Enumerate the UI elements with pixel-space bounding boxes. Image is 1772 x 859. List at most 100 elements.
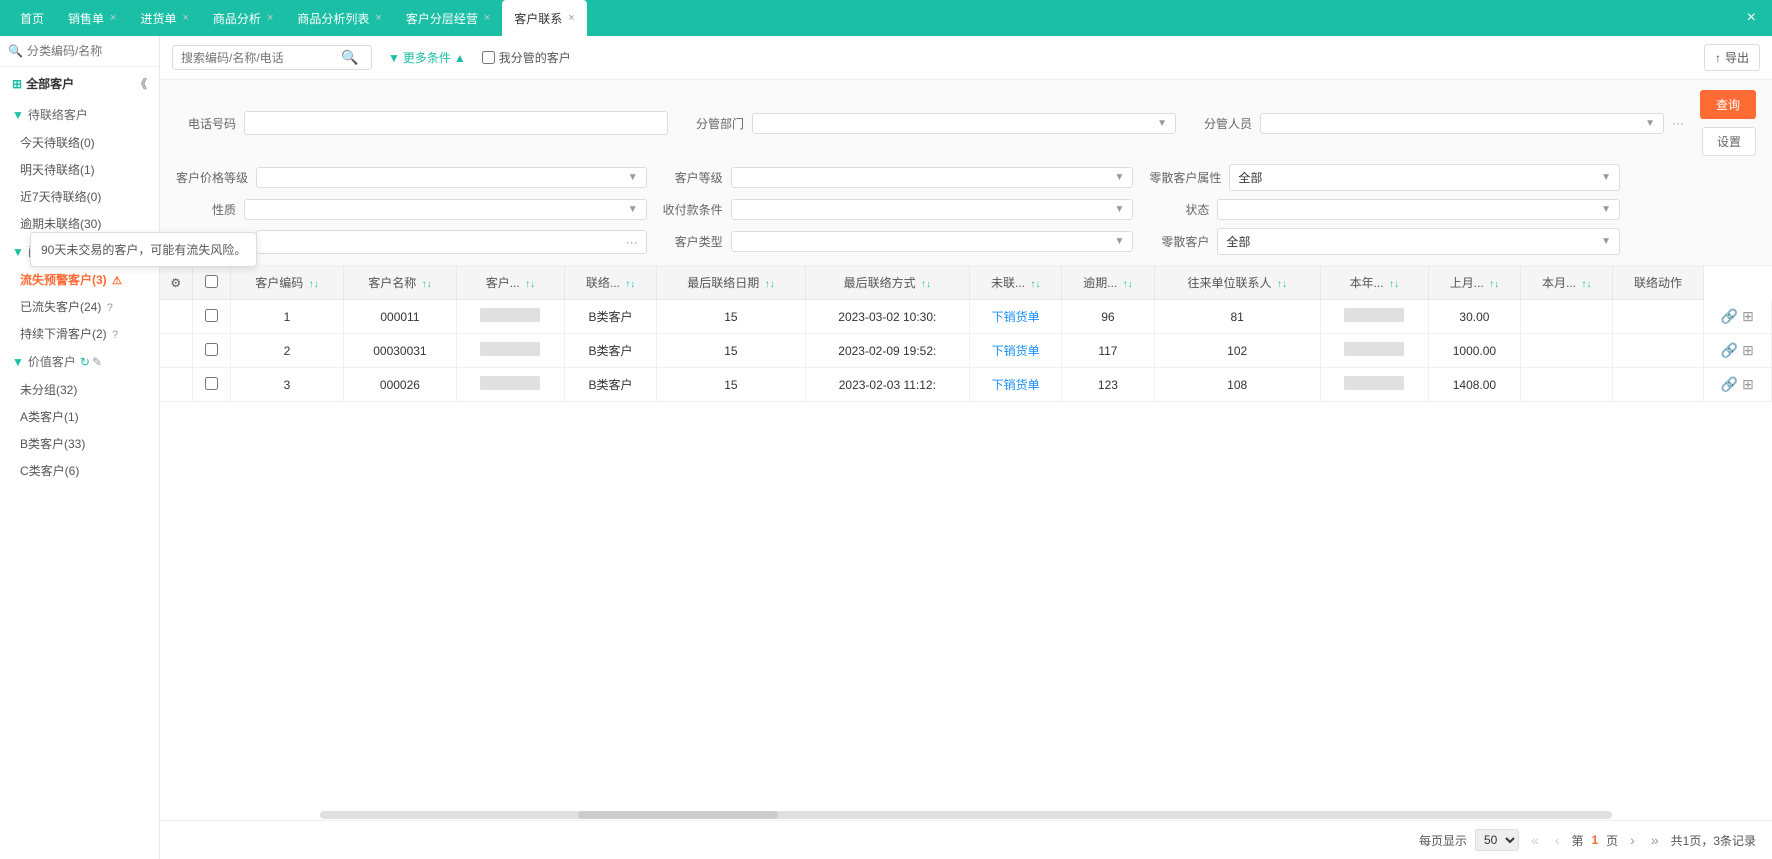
scrollbar-thumb[interactable] (578, 811, 778, 819)
col-contact[interactable]: 联络... ↑↓ (564, 266, 656, 300)
more-filter-btn[interactable]: ▼ 更多条件 ▲ (380, 45, 474, 70)
col-code[interactable]: 客户编码 ↑↓ (230, 266, 343, 300)
settings-btn[interactable]: 设置 (1702, 127, 1756, 156)
row-action-2[interactable]: 🔗 ⊞ (1703, 368, 1771, 402)
row-last-method-1[interactable]: 下销货单 (970, 334, 1062, 368)
nav-product-analysis-list-close[interactable]: × (375, 12, 381, 24)
row-checkbox-2[interactable] (192, 368, 230, 402)
sort-arrow-date: ↑↓ (765, 279, 775, 290)
edit-icon[interactable]: ✎ (92, 355, 102, 369)
filter-dept-select[interactable]: ▼ (752, 113, 1176, 134)
col-type[interactable]: 客户... ↑↓ (456, 266, 564, 300)
filter-region-more[interactable]: ··· (626, 235, 638, 249)
col-contact-person[interactable]: 往来单位联系人 ↑↓ (1154, 266, 1320, 300)
search-btn[interactable]: 🔍 (341, 49, 358, 66)
col-no-contact[interactable]: 未联... ↑↓ (970, 266, 1062, 300)
filter-retail-customer-select[interactable]: 全部 ▼ (1217, 228, 1620, 255)
nav-customer-layer[interactable]: 客户分层经营 × (394, 0, 502, 36)
filter-price-grade-select[interactable]: ▼ (256, 167, 647, 188)
filter-phone-input[interactable] (244, 111, 668, 135)
row-check-1[interactable] (205, 343, 218, 356)
page-size-select[interactable]: 50 (1475, 829, 1519, 851)
col-last-month[interactable]: 上月... ↑↓ (1428, 266, 1520, 300)
sidebar-item-declining[interactable]: 持续下滑客户(2) ? (0, 320, 159, 347)
filter-person-select[interactable]: ▼ (1260, 113, 1664, 134)
sidebar-item-class-c[interactable]: C类客户(6) (0, 457, 159, 484)
horizontal-scrollbar[interactable] (160, 810, 1772, 820)
col-name[interactable]: 客户名称 ↑↓ (343, 266, 456, 300)
filter-retail-attr-select[interactable]: 全部 ▼ (1229, 164, 1620, 191)
action-link-icon-1[interactable]: 🔗 (1721, 342, 1738, 359)
window-close-btn[interactable]: × (1739, 9, 1764, 27)
filter-status-select[interactable]: ▼ (1217, 199, 1620, 220)
row-last-method-2[interactable]: 下销货单 (970, 368, 1062, 402)
page-size-label: 每页显示 (1419, 832, 1467, 849)
warning-icon: ⚠ (112, 275, 122, 287)
sidebar-item-churn-warning[interactable]: 流失预警客户(3) ⚠ (0, 266, 159, 293)
row-check-0[interactable] (205, 309, 218, 322)
row-checkbox-1[interactable] (192, 334, 230, 368)
sidebar-group-pending-contact[interactable]: ▼ 待联络客户 (0, 100, 159, 129)
col-this-year[interactable]: 本年... ↑↓ (1320, 266, 1428, 300)
first-page-btn[interactable]: « (1527, 830, 1543, 850)
row-checkbox-0[interactable] (192, 300, 230, 334)
nav-customer-contact[interactable]: 客户联系 × (502, 0, 586, 36)
col-last-date[interactable]: 最后联络日期 ↑↓ (657, 266, 805, 300)
prev-page-btn[interactable]: ‹ (1551, 830, 1564, 850)
nav-home[interactable]: 首页 (8, 0, 56, 36)
col-settings[interactable]: ⚙ (160, 266, 192, 300)
my-customers-checkbox[interactable] (482, 51, 495, 64)
sidebar-all-customers[interactable]: ⊞ 全部客户 (12, 75, 74, 92)
last-page-btn[interactable]: » (1647, 830, 1663, 850)
sidebar-item-class-a[interactable]: A类客户(1) (0, 403, 159, 430)
filter-customer-grade-select[interactable]: ▼ (731, 167, 1134, 188)
sidebar-item-ungrouped[interactable]: 未分组(32) (0, 376, 159, 403)
filter-region-select[interactable]: ··· (256, 230, 647, 254)
row-action-0[interactable]: 🔗 ⊞ (1703, 300, 1771, 334)
action-grid-icon-0[interactable]: ⊞ (1742, 308, 1754, 325)
export-btn[interactable]: ↑ 导出 (1704, 44, 1760, 71)
filter-customer-type-select[interactable]: ▼ (731, 231, 1134, 252)
sidebar-search-input[interactable] (27, 44, 151, 58)
nav-product-analysis[interactable]: 商品分析 × (201, 0, 285, 36)
nav-sales-close[interactable]: × (110, 12, 116, 24)
sidebar-collapse-btn[interactable]: 《 (135, 75, 147, 92)
nav-sales[interactable]: 销售单 × (56, 0, 128, 36)
nav-customer-contact-close[interactable]: × (568, 12, 574, 24)
action-grid-icon-2[interactable]: ⊞ (1742, 376, 1754, 393)
filter-more-btn-1[interactable]: ··· (1672, 116, 1684, 130)
nav-product-analysis-list[interactable]: 商品分析列表 × (285, 0, 393, 36)
next-page-btn[interactable]: › (1626, 830, 1639, 850)
row-code-1: 00030031 (343, 334, 456, 368)
sidebar-group-value-customer[interactable]: ▼ 价值客户 ↻ ✎ (0, 347, 159, 376)
nav-purchase[interactable]: 进货单 × (128, 0, 200, 36)
select-all-checkbox[interactable] (205, 275, 218, 288)
nav-home-label: 首页 (20, 10, 44, 27)
col-this-month[interactable]: 本月... ↑↓ (1521, 266, 1613, 300)
nav-customer-layer-close[interactable]: × (484, 12, 490, 24)
action-grid-icon-1[interactable]: ⊞ (1742, 342, 1754, 359)
nav-product-analysis-close[interactable]: × (267, 12, 273, 24)
sidebar-item-7days-contact[interactable]: 近7天待联络(0) (0, 183, 159, 210)
sidebar-item-tomorrow-contact[interactable]: 明天待联络(1) (0, 156, 159, 183)
filter-nature-select[interactable]: ▼ (244, 199, 647, 220)
row-action-1[interactable]: 🔗 ⊞ (1703, 334, 1771, 368)
my-customers-filter[interactable]: 我分管的客户 (482, 49, 571, 66)
refresh-icon[interactable]: ↻ (80, 355, 90, 369)
action-link-icon-0[interactable]: 🔗 (1721, 308, 1738, 325)
query-btn[interactable]: 查询 (1700, 90, 1756, 119)
row-check-2[interactable] (205, 377, 218, 390)
sidebar-item-class-b[interactable]: B类客户(33) (0, 430, 159, 457)
col-last-method[interactable]: 最后联络方式 ↑↓ (805, 266, 969, 300)
sort-arrow-cp: ↑↓ (1277, 279, 1287, 290)
nav-purchase-close[interactable]: × (182, 12, 188, 24)
sidebar-item-today-contact[interactable]: 今天待联络(0) (0, 129, 159, 156)
row-last-date-1: 2023-02-09 19:52: (805, 334, 969, 368)
row-last-method-0[interactable]: 下销货单 (970, 300, 1062, 334)
action-link-icon-2[interactable]: 🔗 (1721, 376, 1738, 393)
col-checkbox[interactable] (192, 266, 230, 300)
search-input[interactable] (181, 51, 341, 65)
filter-payment-select[interactable]: ▼ (731, 199, 1134, 220)
sidebar-item-churned[interactable]: 已流失客户(24) ? (0, 293, 159, 320)
col-overdue[interactable]: 逾期... ↑↓ (1062, 266, 1154, 300)
